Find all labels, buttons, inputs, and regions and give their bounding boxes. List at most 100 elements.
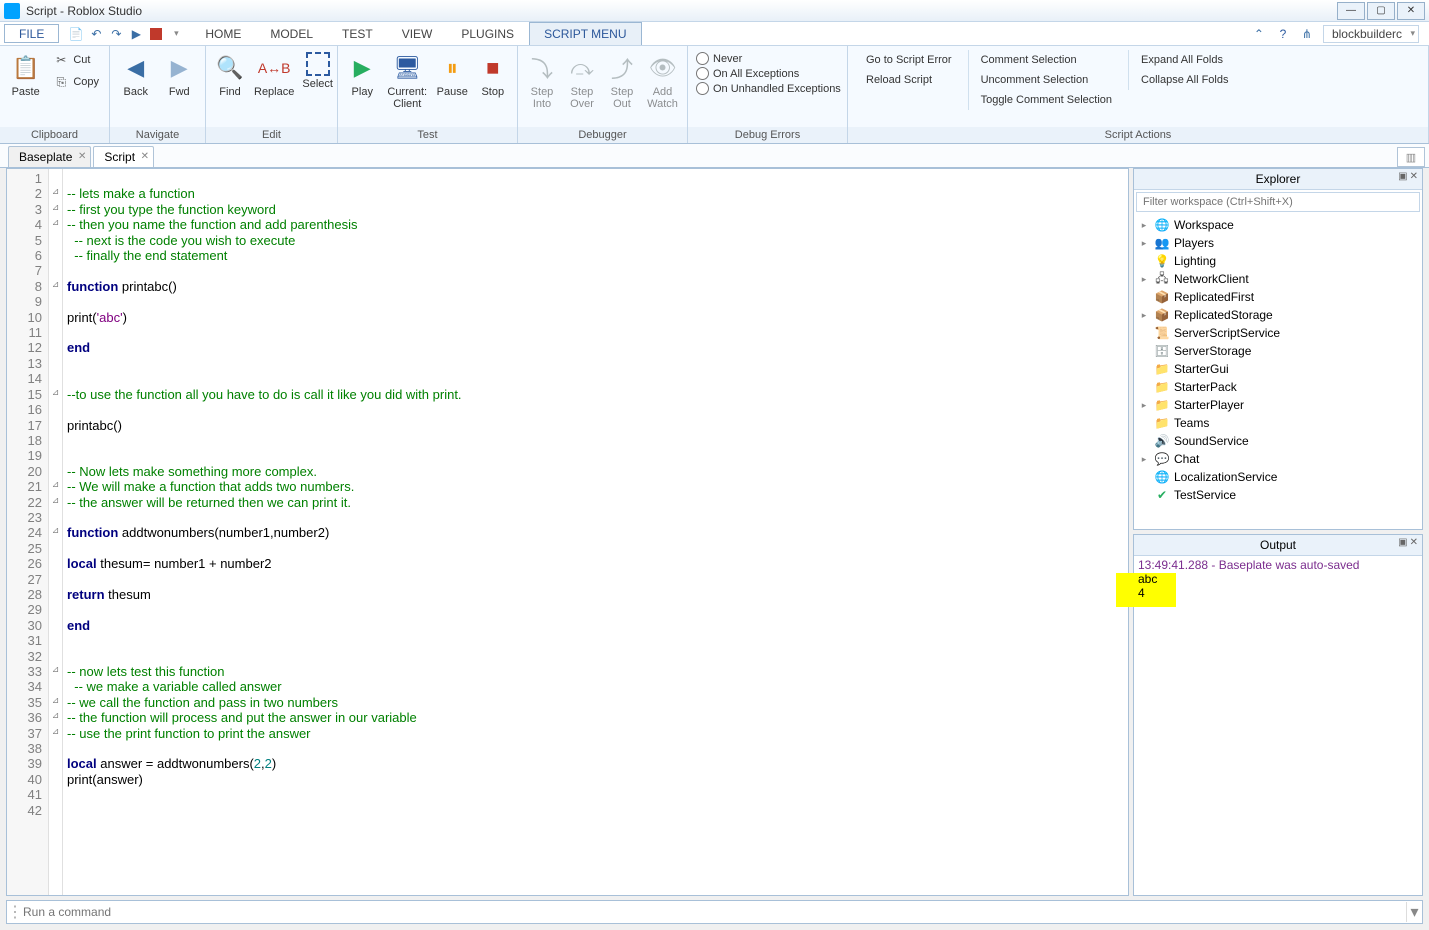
tree-node-starterplayer[interactable]: ▸📁StarterPlayer (1136, 396, 1420, 414)
onall-radio[interactable]: On All Exceptions (696, 67, 841, 80)
menu-tab-test[interactable]: TEST (328, 22, 388, 45)
redo-icon[interactable]: ↷ (107, 25, 125, 43)
copy-button[interactable]: ⎘Copy (49, 72, 103, 92)
find-button[interactable]: 🔍Find (212, 50, 248, 100)
tree-node-replicatedstorage[interactable]: ▸📦ReplicatedStorage (1136, 306, 1420, 324)
undock-icon[interactable]: ▣ (1398, 171, 1407, 182)
output-header: Output ▣✕ (1134, 535, 1422, 556)
select-button[interactable]: Select (300, 50, 335, 92)
tree-node-teams[interactable]: 📁Teams (1136, 414, 1420, 432)
tree-node-serverstorage[interactable]: 🗄ServerStorage (1136, 342, 1420, 360)
ribbon: 📋Paste ✂Cut ⎘Copy Clipboard ◀Back ▶Fwd N… (0, 46, 1429, 144)
tree-node-workspace[interactable]: ▸🌐Workspace (1136, 216, 1420, 234)
step-out-button[interactable]: ⤴Step Out (604, 50, 640, 112)
output-line: abc (1138, 572, 1418, 586)
onunhandled-radio[interactable]: On Unhandled Exceptions (696, 82, 841, 95)
close-tab-icon[interactable]: ✕ (78, 151, 86, 162)
explorer-filter-input[interactable] (1136, 192, 1420, 212)
debugger-group-label: Debugger (518, 127, 687, 143)
comment-selection[interactable]: Comment Selection (977, 52, 1116, 68)
close-output-icon[interactable]: ✕ (1410, 537, 1418, 548)
doctab-baseplate[interactable]: Baseplate✕ (8, 146, 91, 167)
navigate-group-label: Navigate (110, 127, 205, 143)
line-gutter: 1234567891011121314151617181920212223242… (7, 169, 49, 895)
help-icon[interactable]: ? (1275, 27, 1291, 41)
back-button[interactable]: ◀Back (116, 50, 156, 100)
never-radio[interactable]: Never (696, 52, 841, 65)
output-line: 13:49:41.288 - Baseplate was auto-saved (1138, 558, 1418, 572)
tree-node-lighting[interactable]: 💡Lighting (1136, 252, 1420, 270)
qat-drop-icon[interactable]: ▾ (167, 25, 185, 43)
command-input[interactable] (19, 901, 1406, 923)
titlebar: Script - Roblox Studio — ▢ ✕ (0, 0, 1429, 22)
window-title: Script - Roblox Studio (26, 4, 142, 18)
command-bar[interactable]: ⋮⋮ ▾ (6, 900, 1423, 924)
play-qat-icon[interactable]: ▶ (127, 25, 145, 43)
menu-tab-view[interactable]: VIEW (388, 22, 448, 45)
reload-script[interactable]: Reload Script (862, 72, 956, 88)
tree-node-chat[interactable]: ▸💬Chat (1136, 450, 1420, 468)
edit-group-label: Edit (206, 127, 337, 143)
tree-node-replicatedfirst[interactable]: 📦ReplicatedFirst (1136, 288, 1420, 306)
undo-icon[interactable]: ↶ (87, 25, 105, 43)
menu-tab-model[interactable]: MODEL (256, 22, 328, 45)
fwd-button[interactable]: ▶Fwd (160, 50, 200, 100)
new-icon[interactable]: 📄 (67, 25, 85, 43)
tab-layout-icon[interactable]: ▥ (1397, 147, 1425, 167)
share-icon[interactable]: ⋔ (1299, 27, 1315, 41)
menu-bar: FILE 📄 ↶ ↷ ▶ ▾ HOMEMODELTESTVIEWPLUGINSS… (0, 22, 1429, 46)
replace-button[interactable]: A↔BReplace (252, 50, 296, 100)
output-line: 4 (1138, 586, 1418, 600)
add-watch-button[interactable]: 👁Add Watch (644, 50, 681, 112)
explorer-tree[interactable]: ▸🌐Workspace▸👥Players💡Lighting▸🖧NetworkCl… (1134, 214, 1422, 529)
clipboard-group-label: Clipboard (0, 127, 109, 143)
menu-tab-home[interactable]: HOME (191, 22, 256, 45)
undock-output-icon[interactable]: ▣ (1398, 537, 1407, 548)
step-into-button[interactable]: ⤵Step Into (524, 50, 560, 112)
maximize-button[interactable]: ▢ (1367, 2, 1395, 20)
file-menu[interactable]: FILE (4, 24, 59, 43)
stop-qat-icon[interactable] (147, 25, 165, 43)
tree-node-networkclient[interactable]: ▸🖧NetworkClient (1136, 270, 1420, 288)
stop-button[interactable]: ■Stop (475, 50, 512, 100)
tree-node-localizationservice[interactable]: 🌐LocalizationService (1136, 468, 1420, 486)
explorer-header: Explorer ▣✕ (1134, 169, 1422, 190)
menu-tab-script-menu[interactable]: SCRIPT MENU (529, 22, 641, 45)
toggle-comment-selection[interactable]: Toggle Comment Selection (977, 92, 1116, 108)
debugerrors-group-label: Debug Errors (688, 127, 847, 143)
output-body: 13:49:41.288 - Baseplate was auto-saveda… (1134, 556, 1422, 895)
grip-icon[interactable]: ⋮⋮ (7, 902, 19, 922)
user-menu[interactable]: blockbuilderc (1323, 25, 1419, 43)
scriptactions-group-label: Script Actions (848, 127, 1428, 143)
tree-node-players[interactable]: ▸👥Players (1136, 234, 1420, 252)
tree-node-soundservice[interactable]: 🔊SoundService (1136, 432, 1420, 450)
collapse-all-folds[interactable]: Collapse All Folds (1137, 72, 1232, 88)
uncomment-selection[interactable]: Uncomment Selection (977, 72, 1116, 88)
menu-tab-plugins[interactable]: PLUGINS (447, 22, 529, 45)
app-icon (4, 3, 20, 19)
code-editor[interactable]: 1234567891011121314151617181920212223242… (6, 168, 1129, 896)
play-button[interactable]: ▶Play (344, 50, 381, 100)
goto-script-error[interactable]: Go to Script Error (862, 52, 956, 68)
step-over-button[interactable]: ⤼Step Over (564, 50, 600, 112)
doctab-script[interactable]: Script✕ (93, 146, 154, 167)
paste-button[interactable]: 📋Paste (6, 50, 45, 100)
command-drop-icon[interactable]: ▾ (1406, 902, 1422, 922)
document-tabs: Baseplate✕Script✕ ▥ (0, 144, 1429, 168)
expand-all-folds[interactable]: Expand All Folds (1137, 52, 1232, 68)
fold-column[interactable]: ⊿⊿⊿ ⊿ ⊿ ⊿⊿ ⊿ ⊿ ⊿⊿⊿ (49, 169, 63, 895)
tree-node-serverscriptservice[interactable]: 📜ServerScriptService (1136, 324, 1420, 342)
test-group-label: Test (338, 127, 517, 143)
pause-button[interactable]: ⏸Pause (434, 50, 471, 100)
tree-node-testservice[interactable]: ✔TestService (1136, 486, 1420, 504)
close-tab-icon[interactable]: ✕ (141, 151, 149, 162)
close-button[interactable]: ✕ (1397, 2, 1425, 20)
current-client-button[interactable]: 🖥Current:Client (385, 50, 431, 112)
minimize-button[interactable]: — (1337, 2, 1365, 20)
collapse-ribbon-icon[interactable]: ⌃ (1251, 27, 1267, 41)
close-panel-icon[interactable]: ✕ (1410, 171, 1418, 182)
tree-node-startergui[interactable]: 📁StarterGui (1136, 360, 1420, 378)
code-body[interactable]: -- lets make a function-- first you type… (63, 169, 1128, 895)
cut-button[interactable]: ✂Cut (49, 50, 103, 70)
tree-node-starterpack[interactable]: 📁StarterPack (1136, 378, 1420, 396)
